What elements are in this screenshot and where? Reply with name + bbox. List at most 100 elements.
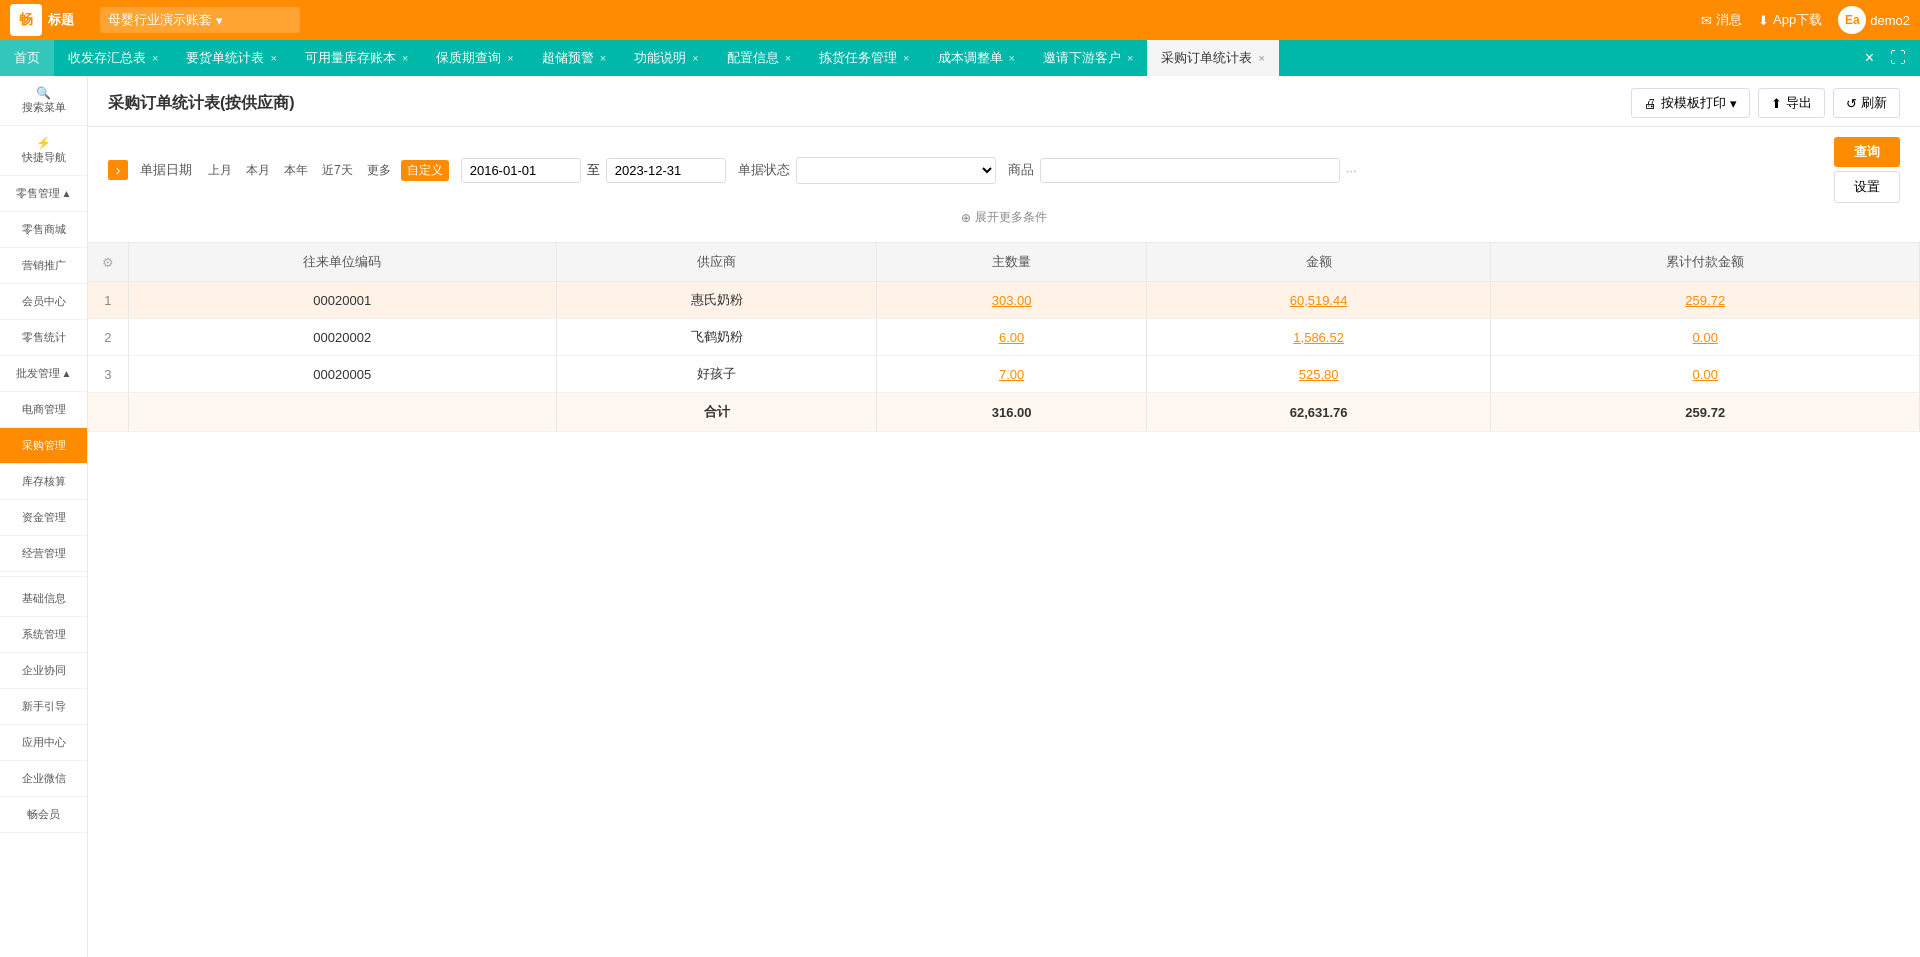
shortcut-more[interactable]: 更多 <box>363 160 395 181</box>
sidebar-item-search[interactable]: 🔍 搜索菜单 <box>0 76 87 126</box>
column-settings-icon[interactable]: ⚙ <box>102 255 114 270</box>
sidebar-item-operations[interactable]: 经营管理 <box>0 536 87 572</box>
sidebar-item-ecommerce[interactable]: 电商管理 <box>0 392 87 428</box>
tab-picking[interactable]: 拣货任务管理 × <box>805 40 923 76</box>
retail-label: 零售管理 <box>16 186 60 201</box>
close-icon[interactable]: × <box>270 52 276 64</box>
sidebar-item-member2[interactable]: 畅会员 <box>0 797 87 833</box>
operations-label: 经营管理 <box>4 546 83 561</box>
sidebar-item-member[interactable]: 会员中心 <box>0 284 87 320</box>
close-icon[interactable]: × <box>1258 52 1264 64</box>
nav-close-btn[interactable]: × <box>1859 47 1880 69</box>
close-icon[interactable]: × <box>785 52 791 64</box>
template-print-label: 按模板打印 <box>1661 94 1726 112</box>
paid-link[interactable]: 0.00 <box>1693 367 1718 382</box>
shortcut-7days[interactable]: 近7天 <box>318 160 357 181</box>
shortcut-this-month[interactable]: 本月 <box>242 160 274 181</box>
amount-link[interactable]: 60,519.44 <box>1290 293 1348 308</box>
export-btn[interactable]: ⬆ 导出 <box>1758 88 1825 118</box>
nav-fullscreen-btn[interactable]: ⛶ <box>1884 47 1912 69</box>
tab-overstock[interactable]: 超储预警 × <box>528 40 620 76</box>
download-icon: ⬇ <box>1758 13 1769 28</box>
main-content: 🔍 搜索菜单 ⚡ 快捷导航 零售管理 ▲ 零售商城 营销推广 会员中心 零售统计… <box>0 76 1920 957</box>
commodity-more-icon[interactable]: ··· <box>1346 163 1357 178</box>
expand-more-btn[interactable]: ⊕ 展开更多条件 <box>108 203 1900 232</box>
company-selector[interactable]: 母婴行业演示账套 ▾ <box>100 7 300 33</box>
action-buttons: 查询 设置 <box>1834 137 1900 203</box>
basic-info-label: 基础信息 <box>4 591 83 606</box>
close-icon[interactable]: × <box>692 52 698 64</box>
shortcut-last-month[interactable]: 上月 <box>204 160 236 181</box>
sidebar-item-system[interactable]: 系统管理 <box>0 617 87 653</box>
sidebar-item-purchase[interactable]: 采购管理 <box>0 428 87 464</box>
nav-end: × ⛶ <box>1859 47 1920 69</box>
filter-toggle-btn[interactable]: › <box>108 160 128 180</box>
top-bar: 畅 标题 母婴行业演示账套 ▾ ✉ 消息 ⬇ App下载 Ea demo2 <box>0 0 1920 40</box>
tab-purchase-stats[interactable]: 采购订单统计表 × <box>1147 40 1278 76</box>
invite-tab-label: 邀请下游客户 <box>1043 49 1121 67</box>
tab-config[interactable]: 配置信息 × <box>713 40 805 76</box>
query-btn[interactable]: 查询 <box>1834 137 1900 167</box>
tab-goods-order[interactable]: 要货单统计表 × <box>172 40 290 76</box>
sidebar-search-label: 搜索菜单 <box>4 100 83 115</box>
table-row: 2 00020002 飞鹤奶粉 6.00 1,586.52 0.00 <box>88 319 1920 356</box>
receipts-tab-label: 收发存汇总表 <box>68 49 146 67</box>
tab-invite[interactable]: 邀请下游客户 × <box>1029 40 1147 76</box>
refresh-btn[interactable]: ↺ 刷新 <box>1833 88 1900 118</box>
paid-link[interactable]: 259.72 <box>1685 293 1725 308</box>
app-download-btn[interactable]: ⬇ App下载 <box>1758 11 1822 29</box>
message-btn[interactable]: ✉ 消息 <box>1701 11 1742 29</box>
sidebar-item-app-center[interactable]: 应用中心 <box>0 725 87 761</box>
sidebar-item-finance[interactable]: 资金管理 <box>0 500 87 536</box>
status-filter-group: 单据状态 <box>738 157 996 184</box>
amount-link[interactable]: 1,586.52 <box>1293 330 1344 345</box>
date-to-input[interactable] <box>606 158 726 183</box>
tab-functions[interactable]: 功能说明 × <box>620 40 712 76</box>
ecommerce-label: 电商管理 <box>4 402 83 417</box>
close-icon[interactable]: × <box>402 52 408 64</box>
qty-link[interactable]: 6.00 <box>999 330 1024 345</box>
sidebar-item-inventory-check[interactable]: 库存核算 <box>0 464 87 500</box>
amount-link[interactable]: 525.80 <box>1299 367 1339 382</box>
inventory-tab-label: 可用量库存账本 <box>305 49 396 67</box>
sidebar-item-guide[interactable]: 新手引导 <box>0 689 87 725</box>
message-label: 消息 <box>1716 11 1742 29</box>
shortcut-custom[interactable]: 自定义 <box>401 160 449 181</box>
sidebar-item-wholesale[interactable]: 批发管理 ▲ <box>0 356 87 392</box>
top-right: ✉ 消息 ⬇ App下载 Ea demo2 <box>1701 6 1910 34</box>
settings-btn[interactable]: 设置 <box>1834 171 1900 203</box>
close-icon[interactable]: × <box>600 52 606 64</box>
qty-link[interactable]: 7.00 <box>999 367 1024 382</box>
sidebar-item-mall[interactable]: 零售商城 <box>0 212 87 248</box>
status-select[interactable] <box>796 157 996 184</box>
qty-link[interactable]: 303.00 <box>992 293 1032 308</box>
tab-inventory[interactable]: 可用量库存账本 × <box>291 40 422 76</box>
close-icon[interactable]: × <box>903 52 909 64</box>
system-label: 系统管理 <box>4 627 83 642</box>
marketing-label: 营销推广 <box>4 258 83 273</box>
close-icon[interactable]: × <box>152 52 158 64</box>
sidebar-item-enterprise[interactable]: 企业协同 <box>0 653 87 689</box>
tab-receipts[interactable]: 收发存汇总表 × <box>54 40 172 76</box>
sidebar-item-shortcuts[interactable]: ⚡ 快捷导航 <box>0 126 87 176</box>
tab-cost[interactable]: 成本调整单 × <box>924 40 1029 76</box>
sidebar-item-basic-info[interactable]: 基础信息 <box>0 581 87 617</box>
sidebar-item-retail-stats[interactable]: 零售统计 <box>0 320 87 356</box>
close-icon[interactable]: × <box>1127 52 1133 64</box>
user-area[interactable]: Ea demo2 <box>1838 6 1910 34</box>
close-icon[interactable]: × <box>1009 52 1015 64</box>
tab-expiry[interactable]: 保质期查询 × <box>422 40 527 76</box>
row-qty: 303.00 <box>877 282 1146 319</box>
retail-stats-label: 零售统计 <box>4 330 83 345</box>
sidebar-item-retail[interactable]: 零售管理 ▲ <box>0 176 87 212</box>
footer-empty1 <box>88 393 128 432</box>
sidebar-item-marketing[interactable]: 营销推广 <box>0 248 87 284</box>
shortcut-this-year[interactable]: 本年 <box>280 160 312 181</box>
tab-home[interactable]: 首页 <box>0 40 54 76</box>
sidebar-item-wechat[interactable]: 企业微信 <box>0 761 87 797</box>
close-icon[interactable]: × <box>507 52 513 64</box>
commodity-input[interactable] <box>1040 158 1340 183</box>
date-from-input[interactable] <box>461 158 581 183</box>
template-print-btn[interactable]: 🖨 按模板打印 ▾ <box>1631 88 1750 118</box>
paid-link[interactable]: 0.00 <box>1693 330 1718 345</box>
